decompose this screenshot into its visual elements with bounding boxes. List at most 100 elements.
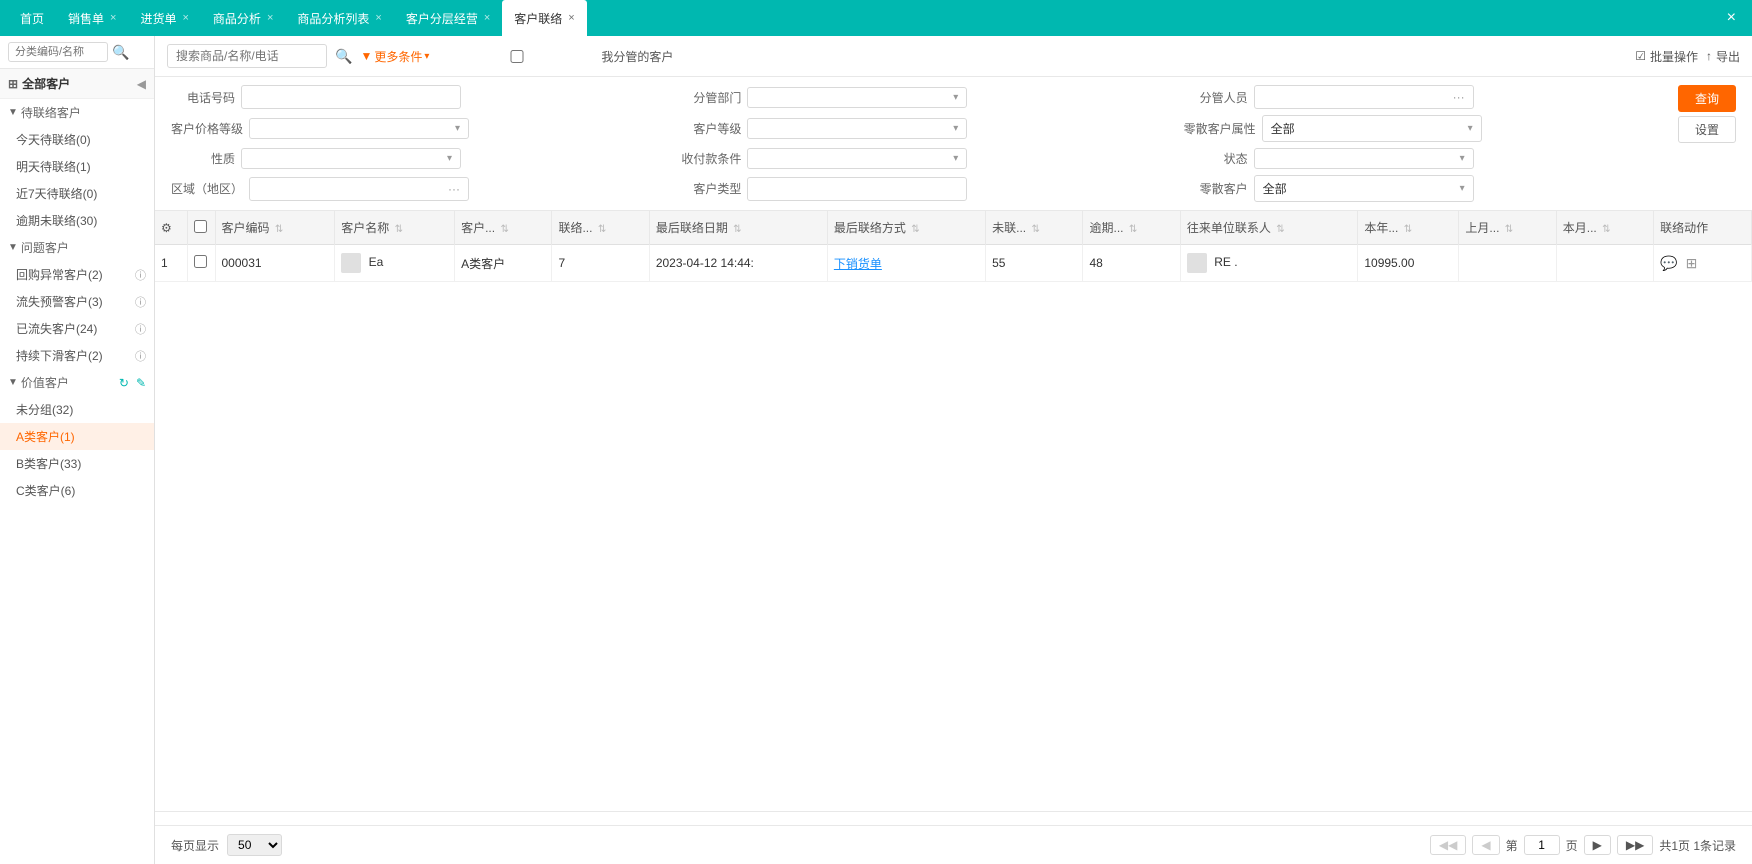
qr-action-button[interactable]: ⊞ bbox=[1686, 255, 1698, 272]
page-number-input[interactable] bbox=[1524, 835, 1560, 855]
price-level-select[interactable]: ▾ bbox=[249, 118, 469, 139]
sidebar-item-churn-warning[interactable]: 流失预警客户(3) ⓘ bbox=[0, 288, 154, 315]
my-customers-label: 我分管的客户 bbox=[601, 48, 673, 65]
td-last-method[interactable]: 下销货单 bbox=[827, 245, 985, 282]
nav-analysis-list[interactable]: 商品分析列表 × bbox=[285, 0, 393, 36]
my-customers-filter[interactable]: 我分管的客户 bbox=[437, 48, 673, 65]
last-method-sort-icon[interactable]: ⇅ bbox=[911, 224, 919, 235]
nav-sales-label: 销售单 bbox=[68, 10, 104, 27]
customer-level-select[interactable]: ▾ bbox=[747, 118, 967, 139]
customer-type-input[interactable] bbox=[747, 177, 967, 201]
last-date-sort-icon[interactable]: ⇅ bbox=[733, 224, 741, 235]
unlinked-sort-icon[interactable]: ⇅ bbox=[1031, 224, 1039, 235]
th-contact-count: 联络... ⇅ bbox=[552, 211, 649, 245]
overdue-sort-icon[interactable]: ⇅ bbox=[1129, 224, 1137, 235]
search-button[interactable]: 🔍 bbox=[335, 48, 352, 65]
pagination-right: ◀◀ ◀ 第 页 ▶ ▶▶ 共1页 1条记录 bbox=[1430, 835, 1736, 855]
code-sort-icon[interactable]: ⇅ bbox=[275, 224, 283, 235]
payment-select[interactable]: ▾ bbox=[747, 148, 967, 169]
sidebar-search-input[interactable] bbox=[8, 42, 108, 62]
sidebar-item-overdue[interactable]: 逾期未联络(30) bbox=[0, 207, 154, 234]
this-month-sort-icon[interactable]: ⇅ bbox=[1602, 224, 1610, 235]
name-sort-icon[interactable]: ⇅ bbox=[395, 224, 403, 235]
nav-customer-segmentation[interactable]: 客户分层经营 × bbox=[394, 0, 502, 36]
sidebar-item-class-a[interactable]: A类客户(1) bbox=[0, 423, 154, 450]
export-button[interactable]: ↑ 导出 bbox=[1706, 48, 1740, 65]
sidebar-group-value[interactable]: ▼ 价值客户 ↻ ✎ bbox=[0, 369, 154, 396]
retail-attr-value: 全部 bbox=[1271, 120, 1295, 137]
phone-input[interactable] bbox=[241, 85, 461, 109]
chat-action-button[interactable]: 💬 bbox=[1660, 255, 1677, 272]
prev-page-button[interactable]: ◀ bbox=[1472, 835, 1499, 855]
th-checkbox[interactable] bbox=[187, 211, 215, 245]
nav-customer-contact[interactable]: 客户联络 × bbox=[502, 0, 586, 36]
sidebar-item-repurchase-abnormal[interactable]: 回购异常客户(2) ⓘ bbox=[0, 261, 154, 288]
sidebar-item-today[interactable]: 今天待联络(0) bbox=[0, 126, 154, 153]
nav-purchase-close[interactable]: × bbox=[182, 12, 188, 24]
last-month-sort-icon[interactable]: ⇅ bbox=[1505, 224, 1513, 235]
last-method-link[interactable]: 下销货单 bbox=[834, 257, 882, 271]
value-edit-icon[interactable]: ✎ bbox=[136, 376, 146, 390]
sidebar-item-class-b[interactable]: B类客户(33) bbox=[0, 450, 154, 477]
th-overdue-label: 逾期... bbox=[1089, 221, 1123, 235]
nav-analysis-list-close[interactable]: × bbox=[375, 12, 381, 24]
type-sort-icon[interactable]: ⇅ bbox=[500, 224, 508, 235]
settings-button[interactable]: 设置 bbox=[1678, 116, 1736, 143]
next-page-button[interactable]: ▶ bbox=[1584, 835, 1611, 855]
nav-analysis-close[interactable]: × bbox=[267, 12, 273, 24]
settings-gear-icon[interactable]: ⚙ bbox=[161, 221, 172, 235]
sidebar-item-declining[interactable]: 持续下滑客户(2) ⓘ bbox=[0, 342, 154, 369]
sidebar-group-pending[interactable]: ▼ 待联络客户 bbox=[0, 99, 154, 126]
retail-customer-select[interactable]: 全部 ▾ bbox=[1254, 175, 1474, 202]
th-unlinked: 未联... ⇅ bbox=[986, 211, 1083, 245]
filter-icon: ▼ bbox=[360, 49, 372, 63]
sidebar-item-tomorrow[interactable]: 明天待联络(1) bbox=[0, 153, 154, 180]
sidebar-item-7days[interactable]: 近7天待联络(0) bbox=[0, 180, 154, 207]
value-refresh-icon[interactable]: ↻ bbox=[119, 376, 129, 390]
nav-customer-contact-close[interactable]: × bbox=[568, 12, 574, 24]
nav-purchase[interactable]: 进货单 × bbox=[128, 0, 200, 36]
nav-customer-seg-close[interactable]: × bbox=[484, 12, 490, 24]
nature-select[interactable]: ▾ bbox=[241, 148, 461, 169]
sidebar-item-class-c[interactable]: C类客户(6) bbox=[0, 477, 154, 504]
contact-count-sort-icon[interactable]: ⇅ bbox=[598, 224, 606, 235]
churned-label: 已流失客户(24) bbox=[16, 320, 97, 337]
window-close-button[interactable]: × bbox=[1719, 9, 1744, 27]
last-page-button[interactable]: ▶▶ bbox=[1617, 835, 1653, 855]
sidebar-all-customers-header[interactable]: ⊞ 全部客户 ◀ bbox=[0, 69, 154, 99]
scroll-bar-inner bbox=[155, 812, 1355, 813]
churn-warning-label: 流失预警客户(3) bbox=[16, 293, 103, 310]
batch-operation-button[interactable]: ☑ 批量操作 bbox=[1635, 48, 1698, 65]
query-button[interactable]: 查询 bbox=[1678, 85, 1736, 112]
sidebar-item-churned[interactable]: 已流失客户(24) ⓘ bbox=[0, 315, 154, 342]
retail-attr-select[interactable]: 全部 ▾ bbox=[1262, 115, 1482, 142]
select-all-checkbox[interactable] bbox=[194, 220, 207, 233]
per-page-select[interactable]: 50 100 200 bbox=[227, 834, 282, 856]
nav-analysis[interactable]: 商品分析 × bbox=[201, 0, 285, 36]
nav-sales-close[interactable]: × bbox=[110, 12, 116, 24]
sidebar-collapse-button[interactable]: ◀ bbox=[137, 77, 146, 91]
td-last-date: 2023-04-12 14:44: bbox=[649, 245, 827, 282]
more-filter-button[interactable]: ▼ 更多条件 ▾ bbox=[360, 48, 429, 65]
th-settings[interactable]: ⚙ bbox=[155, 211, 187, 245]
search-input[interactable] bbox=[167, 44, 327, 68]
nav-sales[interactable]: 销售单 × bbox=[56, 0, 128, 36]
td-contact-person: RE . bbox=[1180, 245, 1358, 282]
sidebar-search-icon[interactable]: 🔍 bbox=[112, 44, 129, 61]
my-customers-checkbox[interactable] bbox=[437, 50, 597, 63]
row-checkbox[interactable] bbox=[194, 255, 207, 268]
dept-select[interactable]: ▾ bbox=[747, 87, 967, 108]
this-year-sort-icon[interactable]: ⇅ bbox=[1404, 224, 1412, 235]
horizontal-scrollbar[interactable] bbox=[155, 811, 1752, 825]
status-label: 状态 bbox=[1184, 150, 1254, 167]
status-select[interactable]: ▾ bbox=[1254, 148, 1474, 169]
sidebar-group-problem[interactable]: ▼ 问题客户 bbox=[0, 234, 154, 261]
nav-home[interactable]: 首页 bbox=[8, 0, 56, 36]
manager-select[interactable]: ··· bbox=[1254, 85, 1474, 109]
contact-person-sort-icon[interactable]: ⇅ bbox=[1276, 224, 1284, 235]
first-page-button[interactable]: ◀◀ bbox=[1430, 835, 1466, 855]
sidebar-item-ungrouped[interactable]: 未分组(32) bbox=[0, 396, 154, 423]
region-select[interactable]: ··· bbox=[249, 177, 469, 201]
filter-bar: 🔍 ▼ 更多条件 ▾ 我分管的客户 ☑ 批量操作 ↑ 导出 bbox=[155, 36, 1752, 77]
td-checkbox[interactable] bbox=[187, 245, 215, 282]
